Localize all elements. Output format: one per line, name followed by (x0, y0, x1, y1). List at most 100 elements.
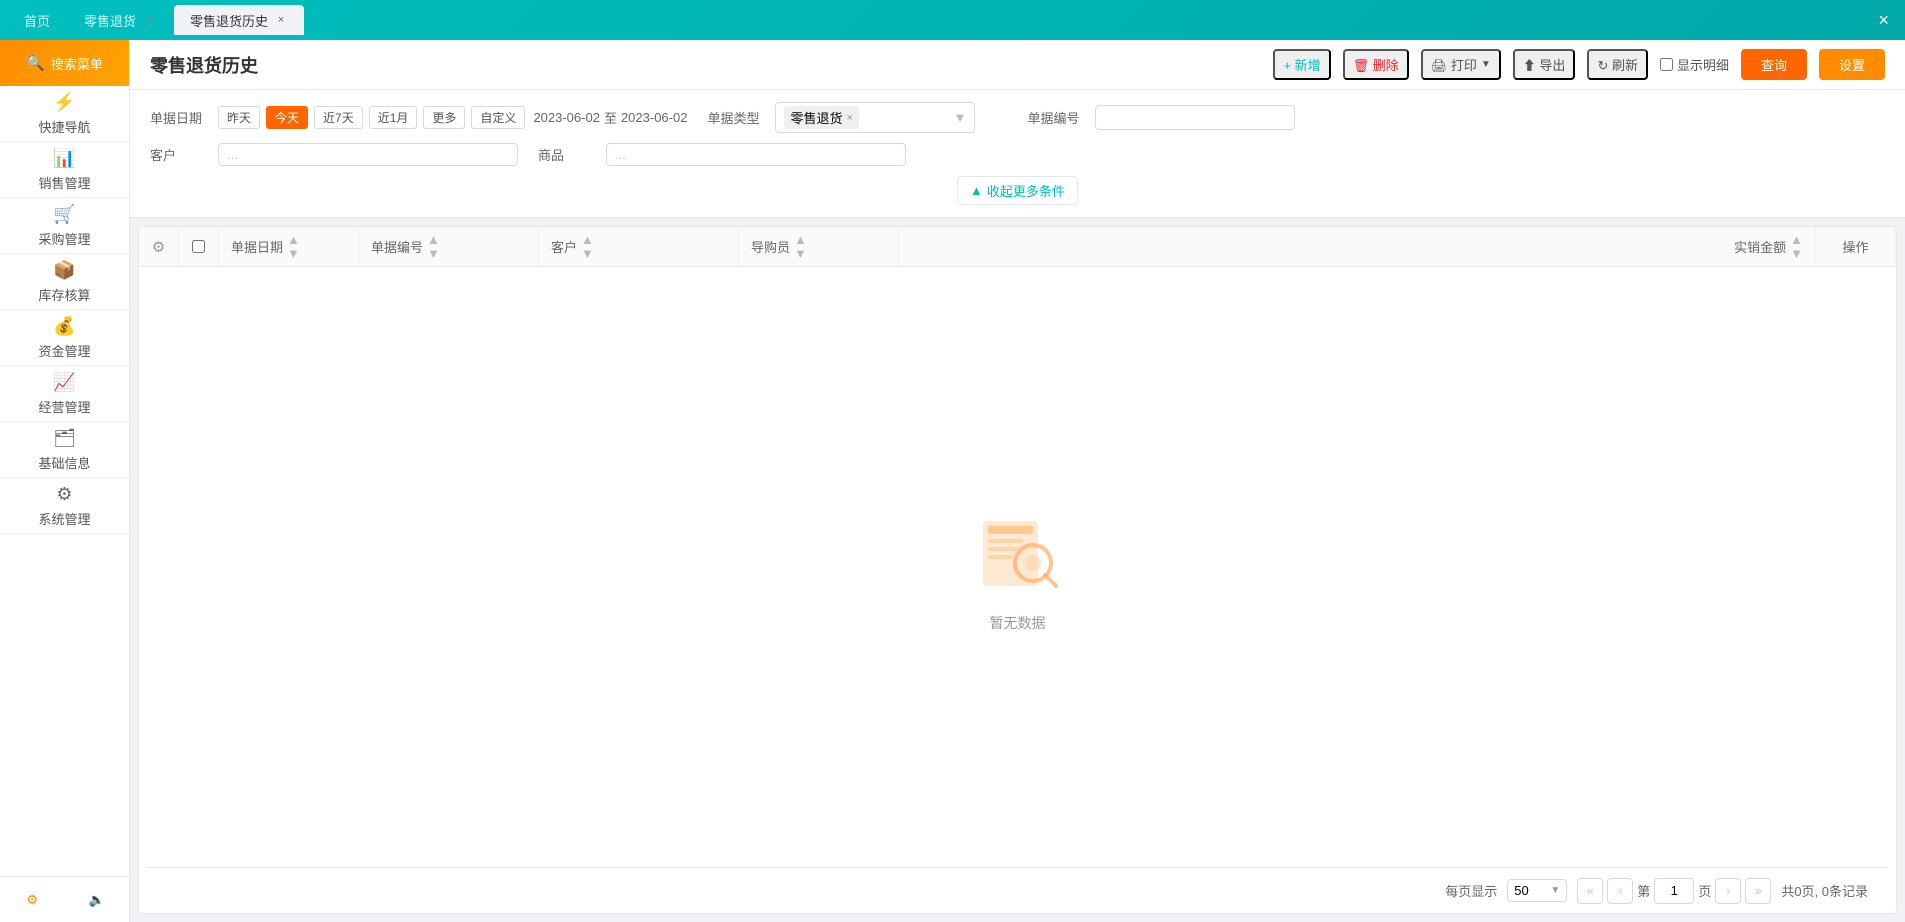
basic-info-icon: 🗂 (53, 428, 76, 449)
delete-button-label: 🗑 删除 (1353, 55, 1399, 74)
customer-placeholder: ... (227, 147, 238, 162)
goods-input[interactable]: ... (606, 143, 906, 166)
select-all-checkbox[interactable] (192, 240, 205, 253)
sidebar-item-system[interactable]: ⚙ 系统管理 (0, 478, 129, 534)
th-customer: 客户 ▲▼ (539, 227, 739, 266)
goods-filter: 商品 ... (538, 143, 906, 166)
bill-type-tag-close[interactable]: × (846, 112, 852, 124)
page-nav: « ‹ 第 页 › » (1577, 878, 1771, 904)
pagination: 每页显示 50 ▼ « ‹ 第 页 › » 共0页, 0条记录 (147, 867, 1888, 913)
date-btn-custom[interactable]: 自定义 (471, 106, 525, 129)
sidebar-item-quick-nav[interactable]: ⚡ 快捷导航 (0, 86, 129, 142)
tab-list: 首页 零售退货 × 零售退货历史 × (8, 5, 1870, 35)
bill-num-input[interactable] (1095, 105, 1295, 130)
sidebar-search-label: 搜索菜单 (51, 54, 103, 73)
table-header: ⚙ 单据日期 ▲▼ 单据编号 ▲▼ 客户 ▲▼ 导购员 (139, 227, 1896, 267)
query-button[interactable]: 查询 (1741, 49, 1807, 80)
date-btn-7days[interactable]: 近7天 (314, 106, 363, 129)
date-btn-1month[interactable]: 近1月 (369, 106, 418, 129)
page-size-select[interactable]: 50 ▼ (1507, 879, 1567, 902)
sidebar-audio-button[interactable]: 🔈 (79, 882, 115, 918)
th-customer-label: 客户 (551, 237, 577, 256)
tab-home[interactable]: 首页 (8, 5, 66, 35)
show-detail-label: 显示明细 (1677, 55, 1729, 74)
th-settings[interactable]: ⚙ (139, 227, 179, 266)
refresh-button[interactable]: ↻ 刷新 (1587, 49, 1648, 80)
page-size-label: 每页显示 (1445, 881, 1497, 900)
th-date-sort[interactable]: ▲▼ (287, 233, 300, 260)
bill-type-input[interactable]: 零售退货 × ▼ (775, 102, 975, 133)
page-last-button[interactable]: » (1745, 878, 1771, 904)
th-op-label: 操作 (1842, 237, 1868, 256)
sidebar-item-operations[interactable]: 📈 经营管理 (0, 366, 129, 422)
show-detail-checkbox[interactable]: 显示明细 (1660, 55, 1729, 74)
bill-type-tag-value: 零售退货 (790, 108, 842, 127)
th-checkbox[interactable] (179, 227, 219, 266)
page-next-button[interactable]: › (1715, 878, 1741, 904)
tab-home-label: 首页 (24, 11, 50, 30)
sidebar-item-purchase[interactable]: 🛒 采购管理 (0, 198, 129, 254)
goods-label: 商品 (538, 145, 598, 164)
date-range-to: 2023-06-02 (621, 110, 688, 125)
chevron-down-icon: ▼ (1481, 59, 1491, 70)
page-header: 零售退货历史 + 新增 🗑 删除 🖨 打印 ▼ ⬆ 导出 ↻ 刷新 (130, 40, 1905, 90)
goods-placeholder: ... (615, 147, 626, 162)
bill-type-filter: 单据类型 零售退货 × ▼ (707, 102, 1007, 133)
purchase-icon: 🛒 (53, 204, 75, 225)
collapse-button[interactable]: ▲ 收起更多条件 (957, 176, 1078, 205)
th-amount-label: 实销金额 (1734, 237, 1786, 256)
customer-filter: 客户 ... (150, 143, 518, 166)
refresh-button-label: ↻ 刷新 (1597, 55, 1638, 74)
gear-icon[interactable]: ⚙ (152, 238, 165, 256)
th-num-sort[interactable]: ▲▼ (427, 233, 440, 260)
tab-retail-return[interactable]: 零售退货 × (68, 5, 172, 35)
table-area: ⚙ 单据日期 ▲▼ 单据编号 ▲▼ 客户 ▲▼ 导购员 (138, 226, 1897, 914)
th-guide-sort[interactable]: ▲▼ (794, 233, 807, 260)
top-bar: 首页 零售退货 × 零售退货历史 × × (0, 0, 1905, 40)
setting-button[interactable]: 设置 (1819, 49, 1885, 80)
tab-retail-return-close[interactable]: × (142, 13, 156, 27)
empty-illustration (968, 501, 1068, 601)
finance-icon: 💰 (53, 316, 75, 337)
th-num-label: 单据编号 (371, 237, 423, 256)
tab-retail-return-history[interactable]: 零售退货历史 × (174, 5, 304, 35)
page-suffix-label: 页 (1698, 881, 1711, 900)
th-amount-sort[interactable]: ▲▼ (1790, 233, 1803, 260)
sidebar-footer: ⚙ 🔈 (0, 876, 129, 922)
sidebar-search[interactable]: 🔍 搜索菜单 (0, 40, 129, 86)
customer-label: 客户 (150, 145, 210, 164)
page-prefix-label: 第 (1637, 881, 1650, 900)
show-detail-checkbox-input[interactable] (1660, 58, 1673, 71)
export-button[interactable]: ⬆ 导出 (1513, 49, 1576, 80)
sidebar-item-basic-info[interactable]: 🗂 基础信息 (0, 422, 129, 478)
sidebar-nav: ⚡ 快捷导航 📊 销售管理 🛒 采购管理 📦 库存核算 💰 资金管理 📈 (0, 86, 129, 876)
date-btn-today[interactable]: 今天 (266, 106, 308, 129)
sidebar-settings-button[interactable]: ⚙ (14, 882, 50, 918)
page-title: 零售退货历史 (150, 52, 258, 78)
date-btn-more[interactable]: 更多 (423, 106, 465, 129)
sidebar-item-label: 系统管理 (38, 509, 90, 528)
sidebar-item-inventory[interactable]: 📦 库存核算 (0, 254, 129, 310)
new-button[interactable]: + 新增 (1273, 49, 1330, 80)
window-close-button[interactable]: × (1870, 10, 1897, 31)
page-number-input[interactable] (1654, 878, 1694, 904)
bill-type-label: 单据类型 (707, 108, 767, 127)
tab-retail-return-label: 零售退货 (84, 11, 136, 30)
new-button-label: + 新增 (1283, 55, 1320, 74)
total-info: 共0页, 0条记录 (1781, 881, 1868, 900)
page-prev-button[interactable]: ‹ (1607, 878, 1633, 904)
customer-input[interactable]: ... (218, 143, 518, 166)
th-amount: 实销金额 ▲▼ (899, 227, 1816, 266)
sidebar-item-finance[interactable]: 💰 资金管理 (0, 310, 129, 366)
delete-button[interactable]: 🗑 删除 (1343, 49, 1409, 80)
sidebar-item-sales[interactable]: 📊 销售管理 (0, 142, 129, 198)
print-button[interactable]: 🖨 打印 ▼ (1421, 49, 1501, 80)
page-first-button[interactable]: « (1577, 878, 1603, 904)
filter-row-2: 客户 ... 商品 ... (150, 143, 1885, 166)
page-size-value: 50 (1514, 883, 1528, 898)
date-btn-yesterday[interactable]: 昨天 (218, 106, 260, 129)
th-customer-sort[interactable]: ▲▼ (581, 233, 594, 260)
sidebar-item-label: 销售管理 (38, 173, 90, 192)
date-filter-label: 单据日期 (150, 108, 210, 127)
tab-retail-return-history-close[interactable]: × (274, 13, 288, 27)
